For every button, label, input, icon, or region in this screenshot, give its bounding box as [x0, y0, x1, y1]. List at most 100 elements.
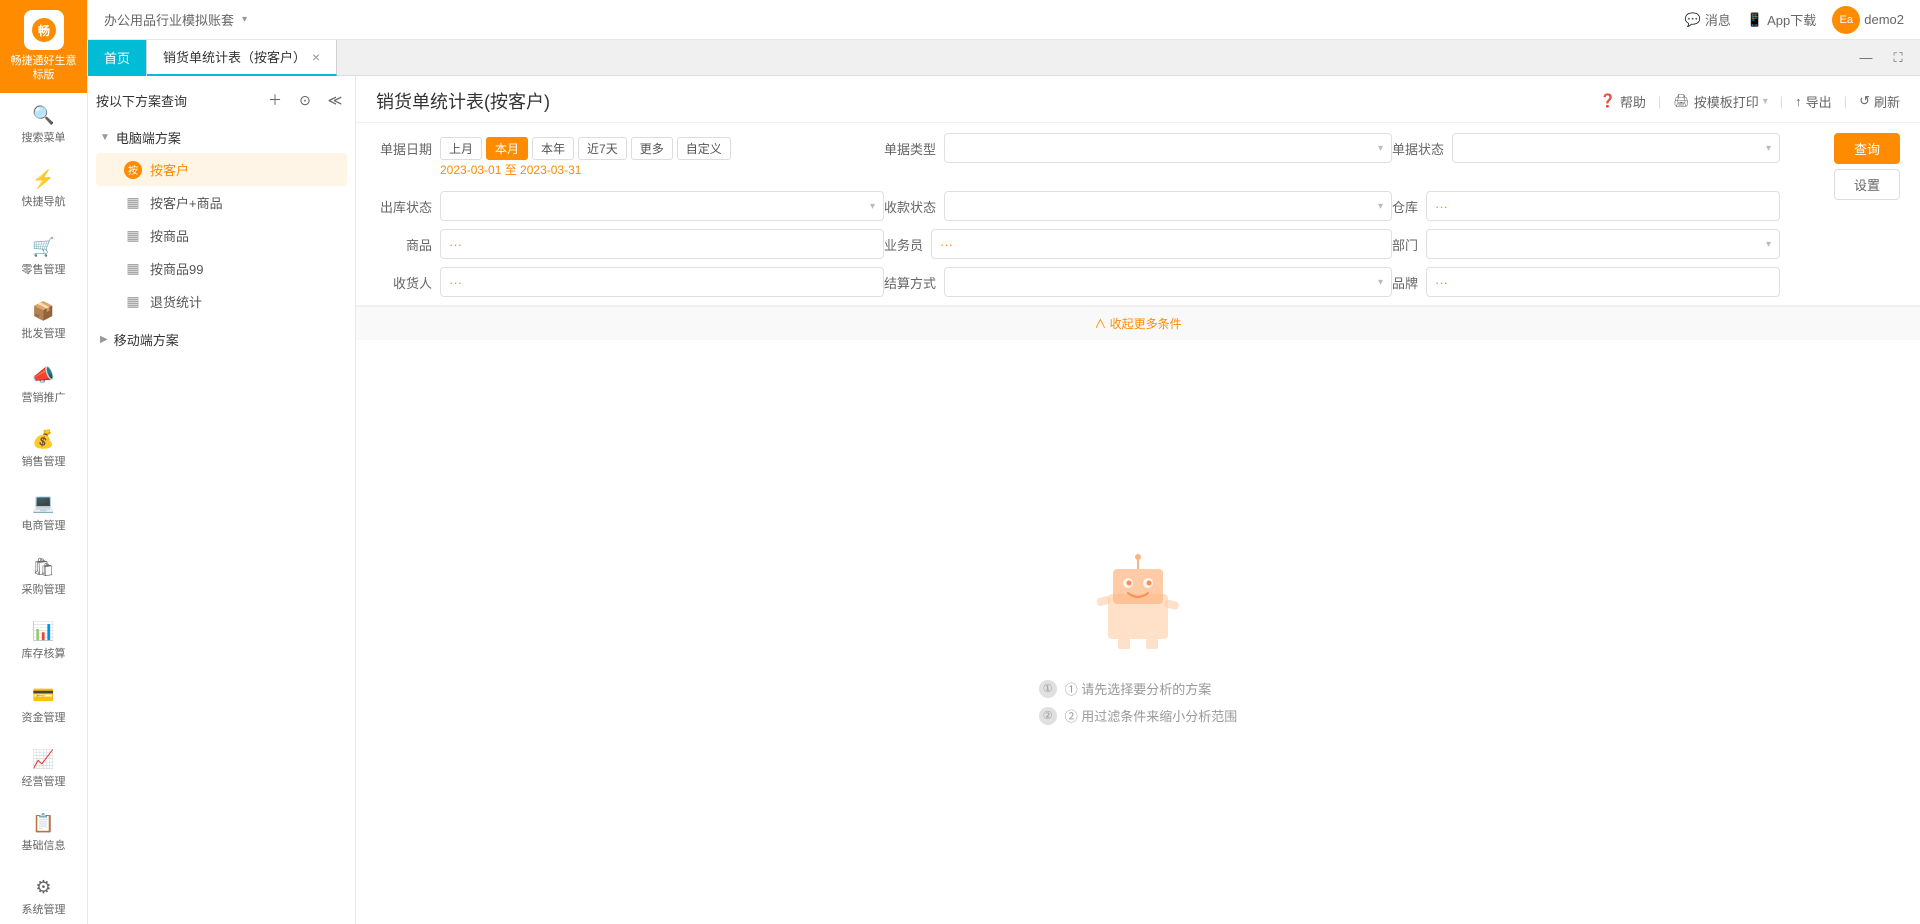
panel-header: 按以下方案查询 ＋ ⊙ ≪: [96, 88, 347, 112]
scheme-item-by-customer-product[interactable]: ▦ 按客户+商品: [96, 186, 347, 219]
mobile-scheme-group[interactable]: ▶ 移动端方案: [96, 324, 347, 355]
page-title: 销货单统计表(按客户): [376, 88, 550, 114]
date-last7days[interactable]: 近7天: [578, 137, 627, 160]
collapse-bar[interactable]: ∧ 收起更多条件: [356, 306, 1920, 340]
logo-icon: 畅: [24, 10, 64, 50]
date-label: 单据日期: [376, 139, 432, 158]
brand-select[interactable]: ···: [1426, 267, 1780, 297]
tip-2-text: ② 用过滤条件来缩小分析范围: [1065, 706, 1238, 725]
settlement-select[interactable]: ▾: [944, 267, 1392, 297]
avatar: Ea: [1832, 6, 1860, 34]
date-this-year[interactable]: 本年: [532, 137, 574, 160]
tab-minimize-button[interactable]: —: [1852, 44, 1880, 72]
brand-dots: ···: [1435, 275, 1448, 290]
sidebar-item-retail[interactable]: 🛒 零售管理: [0, 225, 87, 289]
app-download-button[interactable]: 📱 App下载: [1747, 10, 1816, 29]
doc-status-select[interactable]: ▾: [1452, 133, 1780, 163]
scheme-by-product99-label: 按商品99: [150, 259, 203, 278]
receiver-label: 收货人: [376, 273, 432, 292]
user-profile[interactable]: Ea demo2: [1832, 6, 1904, 34]
department-select[interactable]: ▾: [1426, 229, 1780, 259]
payment-select[interactable]: ▾: [944, 191, 1392, 221]
scheme-item-by-customer[interactable]: 按 按客户: [96, 153, 347, 186]
tab-home[interactable]: 首页: [88, 40, 147, 76]
sidebar-item-inventory[interactable]: 📊 库存核算: [0, 609, 87, 673]
tab-close-icon[interactable]: ×: [312, 49, 320, 65]
doc-status-chevron-icon: ▾: [1766, 143, 1771, 154]
inventory-icon: 📊: [32, 621, 54, 642]
outbound-chevron-icon: ▾: [870, 201, 875, 212]
sidebar-item-sales[interactable]: 💰 销售管理: [0, 417, 87, 481]
sidebar-item-shortcuts[interactable]: ⚡ 快捷导航: [0, 157, 87, 221]
settings-scheme-button[interactable]: ⊙: [293, 88, 317, 112]
filter-product-cell: 商品 ···: [376, 229, 884, 259]
query-button[interactable]: 查询: [1834, 133, 1900, 164]
sidebar-item-search[interactable]: 🔍 搜索菜单: [0, 93, 87, 157]
message-button[interactable]: 💬 消息: [1685, 10, 1731, 29]
scheme-by-product-label: 按商品: [150, 226, 189, 245]
collapse-panel-button[interactable]: ≪: [323, 88, 347, 112]
tab-maximize-button[interactable]: ⛶: [1884, 44, 1912, 72]
scheme-icon-bar3: ▦: [124, 260, 142, 277]
sidebar-item-wholesale[interactable]: 📦 批发管理: [0, 289, 87, 353]
refresh-icon: ↺: [1859, 93, 1870, 109]
sidebar-item-finance[interactable]: 💳 资金管理: [0, 673, 87, 737]
scheme-item-by-product[interactable]: ▦ 按商品: [96, 219, 347, 252]
panel-actions: ＋ ⊙ ≪: [263, 88, 347, 112]
sales-icon: 💰: [32, 429, 54, 450]
filter-settlement-cell: 结算方式 ▾: [884, 267, 1392, 297]
page-title-bar: 销货单统计表(按客户) ❓ 帮助 | 🖨 按模板打印 ▾ | ↑: [356, 76, 1920, 123]
logo-area[interactable]: 畅 畅捷通好生意 标版: [0, 0, 87, 93]
page-body: 按以下方案查询 ＋ ⊙ ≪ ▼ 电脑端方案 按 按客户 ▦: [88, 76, 1920, 924]
date-last-month[interactable]: 上月: [440, 137, 482, 160]
add-scheme-button[interactable]: ＋: [263, 88, 287, 112]
filter-row-2: 出库状态 ▾ 收款状态 ▾ 仓库: [376, 171, 1900, 221]
date-this-month[interactable]: 本月: [486, 137, 528, 160]
outbound-select[interactable]: ▾: [440, 191, 884, 221]
tab-report[interactable]: 销货单统计表（按客户） ×: [147, 40, 337, 76]
svg-text:畅: 畅: [37, 23, 49, 38]
export-button[interactable]: ↑ 导出: [1795, 92, 1832, 111]
desktop-group-header[interactable]: ▼ 电脑端方案: [96, 122, 347, 153]
doc-status-label: 单据状态: [1392, 139, 1444, 158]
industry-label: 办公用品行业模拟账套: [104, 10, 234, 29]
outbound-label: 出库状态: [376, 197, 432, 216]
scheme-item-return-stats[interactable]: ▦ 退货统计: [96, 285, 347, 318]
settlement-label: 结算方式: [884, 273, 936, 292]
filter-payment-cell: 收款状态 ▾: [884, 191, 1392, 221]
sidebar-item-marketing[interactable]: 📣 营销推广: [0, 353, 87, 417]
scheme-by-customer-icon: 按: [124, 161, 142, 179]
tab-bar: 首页 销货单统计表（按客户） × — ⛶: [88, 40, 1920, 76]
sidebar-item-ecommerce[interactable]: 💻 电商管理: [0, 481, 87, 545]
date-custom[interactable]: 自定义: [677, 137, 731, 160]
system-icon: ⚙: [35, 877, 51, 898]
refresh-button[interactable]: ↺ 刷新: [1859, 92, 1900, 111]
scheme-return-stats-label: 退货统计: [150, 292, 202, 311]
sidebar-item-system[interactable]: ⚙ 系统管理: [0, 865, 87, 924]
settings-button[interactable]: 设置: [1834, 169, 1900, 200]
template-print-button[interactable]: 🖨 按模板打印 ▾: [1673, 92, 1768, 111]
salesperson-select[interactable]: ···: [931, 229, 1392, 259]
scheme-item-by-product99[interactable]: ▦ 按商品99: [96, 252, 347, 285]
finance-icon: 💳: [32, 685, 54, 706]
report-tab-label: 销货单统计表（按客户）: [163, 47, 306, 66]
help-button[interactable]: ❓ 帮助: [1600, 92, 1646, 111]
mobile-group-label: 移动端方案: [114, 330, 179, 349]
header-industry[interactable]: 办公用品行业模拟账套 ▾: [104, 10, 247, 29]
date-more[interactable]: 更多: [631, 137, 673, 160]
product-select[interactable]: ···: [440, 229, 884, 259]
separator3: |: [1844, 94, 1847, 109]
warehouse-select[interactable]: ···: [1426, 191, 1780, 221]
sidebar-item-purchase[interactable]: 🛍 采购管理: [0, 545, 87, 609]
export-icon: ↑: [1795, 94, 1802, 109]
main-container: 办公用品行业模拟账套 ▾ 💬 消息 📱 App下载 Ea demo2 首页: [88, 0, 1920, 924]
sidebar-item-operation[interactable]: 📈 经营管理: [0, 737, 87, 801]
user-name: demo2: [1864, 12, 1904, 27]
payment-label: 收款状态: [884, 197, 936, 216]
tip-1-num: ①: [1039, 680, 1057, 698]
salesperson-label: 业务员: [884, 235, 923, 254]
receiver-select[interactable]: ···: [440, 267, 884, 297]
doc-type-select[interactable]: ▾: [944, 133, 1392, 163]
print-icon: 🖨: [1673, 93, 1690, 109]
sidebar-item-basic[interactable]: 📋 基础信息: [0, 801, 87, 865]
